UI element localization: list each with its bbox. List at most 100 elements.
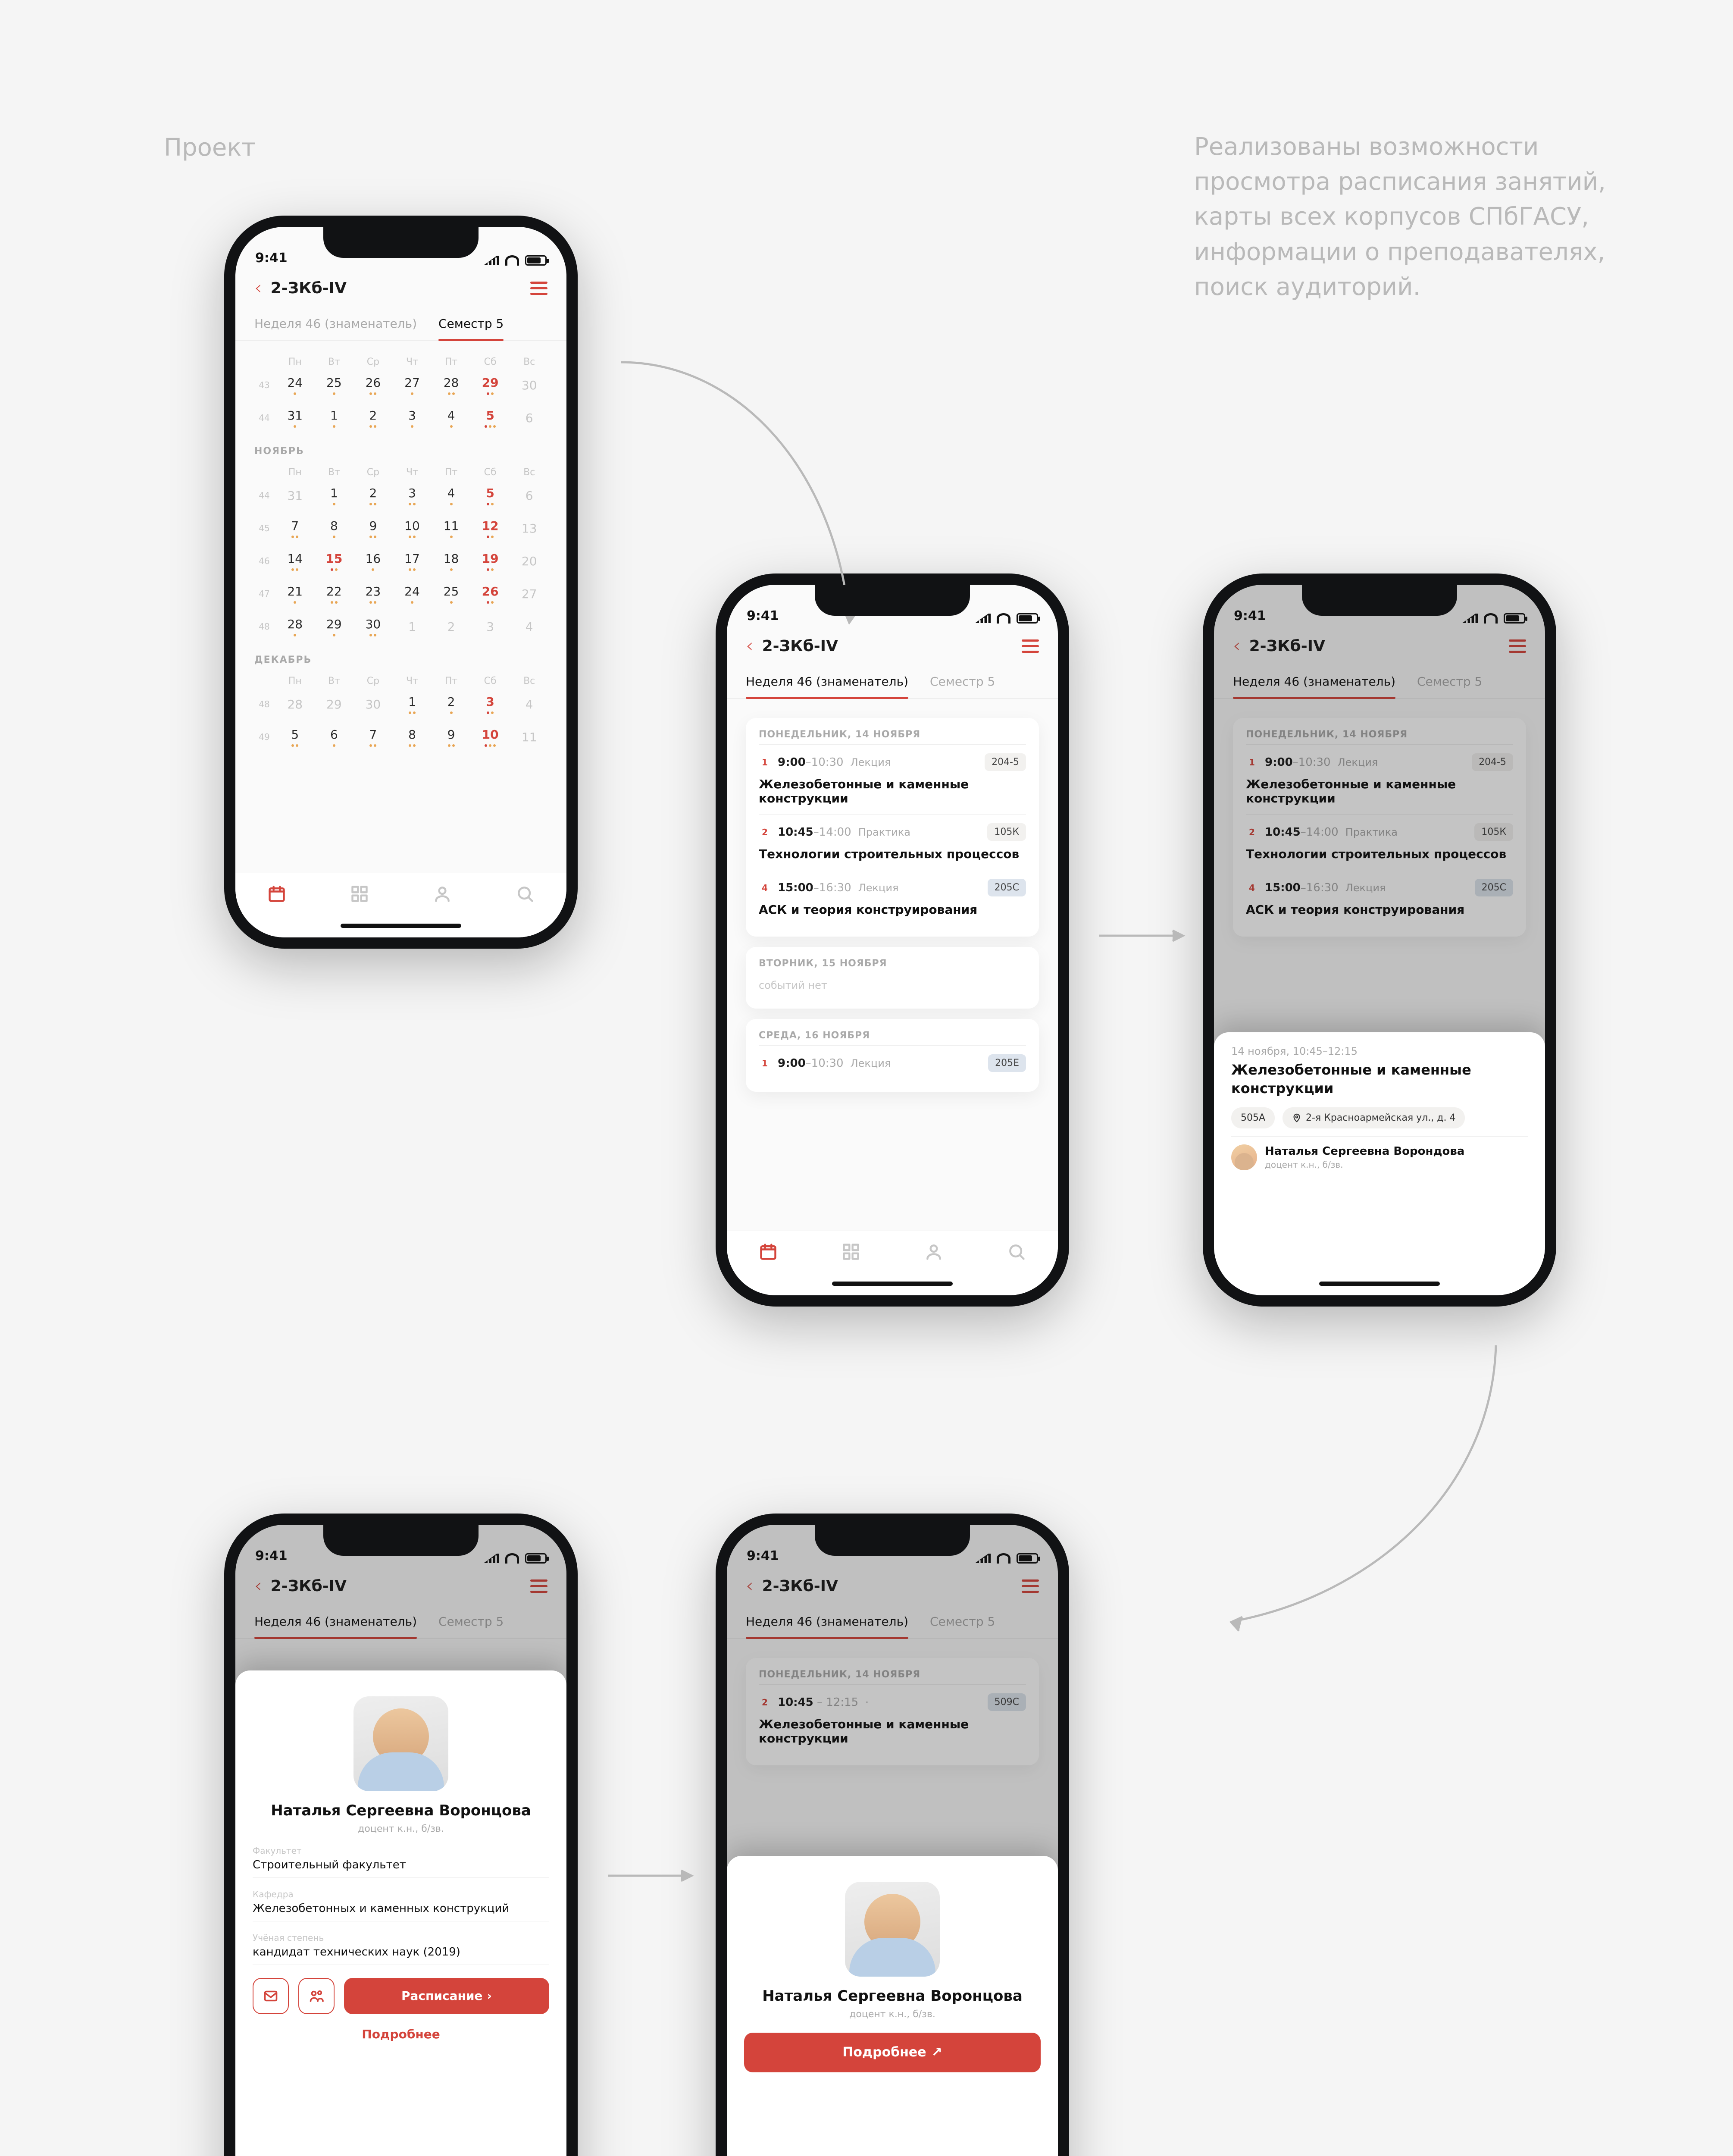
- calendar-day[interactable]: 18: [433, 546, 469, 576]
- calendar-day[interactable]: 15: [316, 546, 353, 576]
- tab-week[interactable]: Неделя 46 (знаменатель): [746, 667, 908, 698]
- calendar-day[interactable]: 29: [472, 370, 509, 400]
- calendar-day[interactable]: 11: [433, 513, 469, 543]
- lesson-type: Лекция: [851, 1057, 891, 1069]
- lesson-row[interactable]: 210:45–14:00Практика105КТехнологии строи…: [759, 814, 1026, 870]
- menu-button[interactable]: [530, 282, 547, 295]
- nav-grid-icon[interactable]: [350, 884, 369, 903]
- lesson-address-chip[interactable]: 2-я Красноармейская ул., д. 4: [1283, 1107, 1465, 1128]
- schedule-scroll[interactable]: ПОНЕДЕЛЬНИК, 14 НОЯБРЯ19:00–10:30Лекция2…: [727, 699, 1058, 1111]
- calendar-day[interactable]: 31: [277, 480, 313, 511]
- nav-schedule-icon[interactable]: [759, 1242, 778, 1261]
- calendar-day[interactable]: 28: [277, 689, 313, 719]
- calendar-day[interactable]: 29: [316, 689, 353, 719]
- lesson-row[interactable]: 415:00–16:30Лекция205САСК и теория конст…: [759, 870, 1026, 925]
- calendar-day[interactable]: 5: [472, 403, 509, 433]
- home-indicator[interactable]: [341, 924, 461, 928]
- calendar-day[interactable]: 26: [355, 370, 391, 400]
- calendar-day[interactable]: 24: [394, 579, 431, 609]
- calendar-day[interactable]: 20: [511, 546, 547, 576]
- calendar-day[interactable]: 7: [277, 513, 313, 543]
- teams-button[interactable]: [298, 1978, 335, 2014]
- calendar[interactable]: ПнВтСрЧтПтСбВс 4324252627282930443112345…: [235, 341, 566, 752]
- calendar-day[interactable]: 9: [433, 722, 469, 752]
- calendar-day[interactable]: 22: [316, 579, 353, 609]
- calendar-day[interactable]: 11: [511, 722, 547, 752]
- calendar-day[interactable]: 25: [316, 370, 353, 400]
- calendar-day[interactable]: 3: [394, 480, 431, 511]
- calendar-day[interactable]: 3: [394, 403, 431, 433]
- calendar-day[interactable]: 13: [511, 513, 547, 543]
- tab-semester[interactable]: Семестр 5: [930, 667, 995, 698]
- calendar-day[interactable]: 2: [433, 611, 469, 642]
- calendar-day[interactable]: 2: [355, 403, 391, 433]
- calendar-day[interactable]: 10: [472, 722, 509, 752]
- calendar-day[interactable]: 8: [316, 513, 353, 543]
- calendar-day[interactable]: 6: [316, 722, 353, 752]
- more-button[interactable]: Подробнее ↗: [744, 2033, 1041, 2072]
- calendar-day[interactable]: 2: [433, 689, 469, 719]
- room-tag[interactable]: 205Е: [988, 1054, 1026, 1072]
- calendar-day[interactable]: 4: [511, 689, 547, 719]
- calendar-day[interactable]: 23: [355, 579, 391, 609]
- calendar-day[interactable]: 1: [316, 403, 353, 433]
- calendar-day[interactable]: 27: [394, 370, 431, 400]
- tab-week[interactable]: Неделя 46 (знаменатель): [254, 309, 417, 340]
- calendar-day[interactable]: 6: [511, 403, 547, 433]
- calendar-day[interactable]: 12: [472, 513, 509, 543]
- calendar-day[interactable]: 4: [433, 403, 469, 433]
- calendar-day[interactable]: 5: [277, 722, 313, 752]
- calendar-day[interactable]: 10: [394, 513, 431, 543]
- calendar-day[interactable]: 26: [472, 579, 509, 609]
- nav-search-icon[interactable]: [516, 884, 535, 903]
- calendar-day[interactable]: 3: [472, 611, 509, 642]
- calendar-day[interactable]: 1: [394, 611, 431, 642]
- more-link[interactable]: Подробнее: [253, 2027, 549, 2041]
- lesson-row[interactable]: 19:00–10:30Лекция205Е: [759, 1045, 1026, 1081]
- lesson-room-chip[interactable]: 505А: [1231, 1107, 1275, 1128]
- calendar-day[interactable]: 31: [277, 403, 313, 433]
- nav-schedule-icon[interactable]: [267, 884, 286, 903]
- calendar-day[interactable]: 17: [394, 546, 431, 576]
- menu-button[interactable]: [1022, 639, 1039, 653]
- room-tag[interactable]: 105К: [987, 823, 1026, 841]
- calendar-day[interactable]: 14: [277, 546, 313, 576]
- room-tag[interactable]: 205С: [988, 879, 1026, 896]
- calendar-day[interactable]: 21: [277, 579, 313, 609]
- calendar-day[interactable]: 1: [394, 689, 431, 719]
- nav-people-icon[interactable]: [433, 884, 452, 903]
- calendar-day[interactable]: 5: [472, 480, 509, 511]
- calendar-day[interactable]: 9: [355, 513, 391, 543]
- calendar-day[interactable]: 27: [511, 579, 547, 609]
- calendar-day[interactable]: 25: [433, 579, 469, 609]
- lesson-teacher-row[interactable]: Наталья Сергеевна Ворондова доцент к.н.,…: [1231, 1144, 1528, 1170]
- calendar-day[interactable]: 6: [511, 480, 547, 511]
- calendar-day[interactable]: 30: [355, 611, 391, 642]
- calendar-day[interactable]: 16: [355, 546, 391, 576]
- calendar-day[interactable]: 2: [355, 480, 391, 511]
- calendar-day[interactable]: 4: [433, 480, 469, 511]
- calendar-day[interactable]: 29: [316, 611, 353, 642]
- nav-people-icon[interactable]: [924, 1242, 943, 1261]
- nav-grid-icon[interactable]: [841, 1242, 860, 1261]
- room-tag[interactable]: 204-5: [985, 753, 1026, 771]
- calendar-day[interactable]: 24: [277, 370, 313, 400]
- calendar-day[interactable]: 4: [511, 611, 547, 642]
- tab-semester[interactable]: Семестр 5: [438, 309, 504, 340]
- calendar-day[interactable]: 30: [355, 689, 391, 719]
- calendar-day[interactable]: 28: [433, 370, 469, 400]
- mail-button[interactable]: [253, 1978, 289, 2014]
- calendar-day[interactable]: 3: [472, 689, 509, 719]
- calendar-day[interactable]: 30: [511, 370, 547, 400]
- nav-search-icon[interactable]: [1007, 1242, 1026, 1261]
- lesson-row[interactable]: 19:00–10:30Лекция204-5Железобетонные и к…: [759, 744, 1026, 814]
- calendar-day[interactable]: 8: [394, 722, 431, 752]
- back-button[interactable]: ‹: [254, 279, 262, 298]
- home-indicator[interactable]: [1319, 1282, 1440, 1286]
- calendar-day[interactable]: 1: [316, 480, 353, 511]
- calendar-day[interactable]: 7: [355, 722, 391, 752]
- schedule-button[interactable]: Расписание›: [344, 1978, 549, 2014]
- calendar-day[interactable]: 28: [277, 611, 313, 642]
- calendar-day[interactable]: 19: [472, 546, 509, 576]
- home-indicator[interactable]: [832, 1282, 953, 1286]
